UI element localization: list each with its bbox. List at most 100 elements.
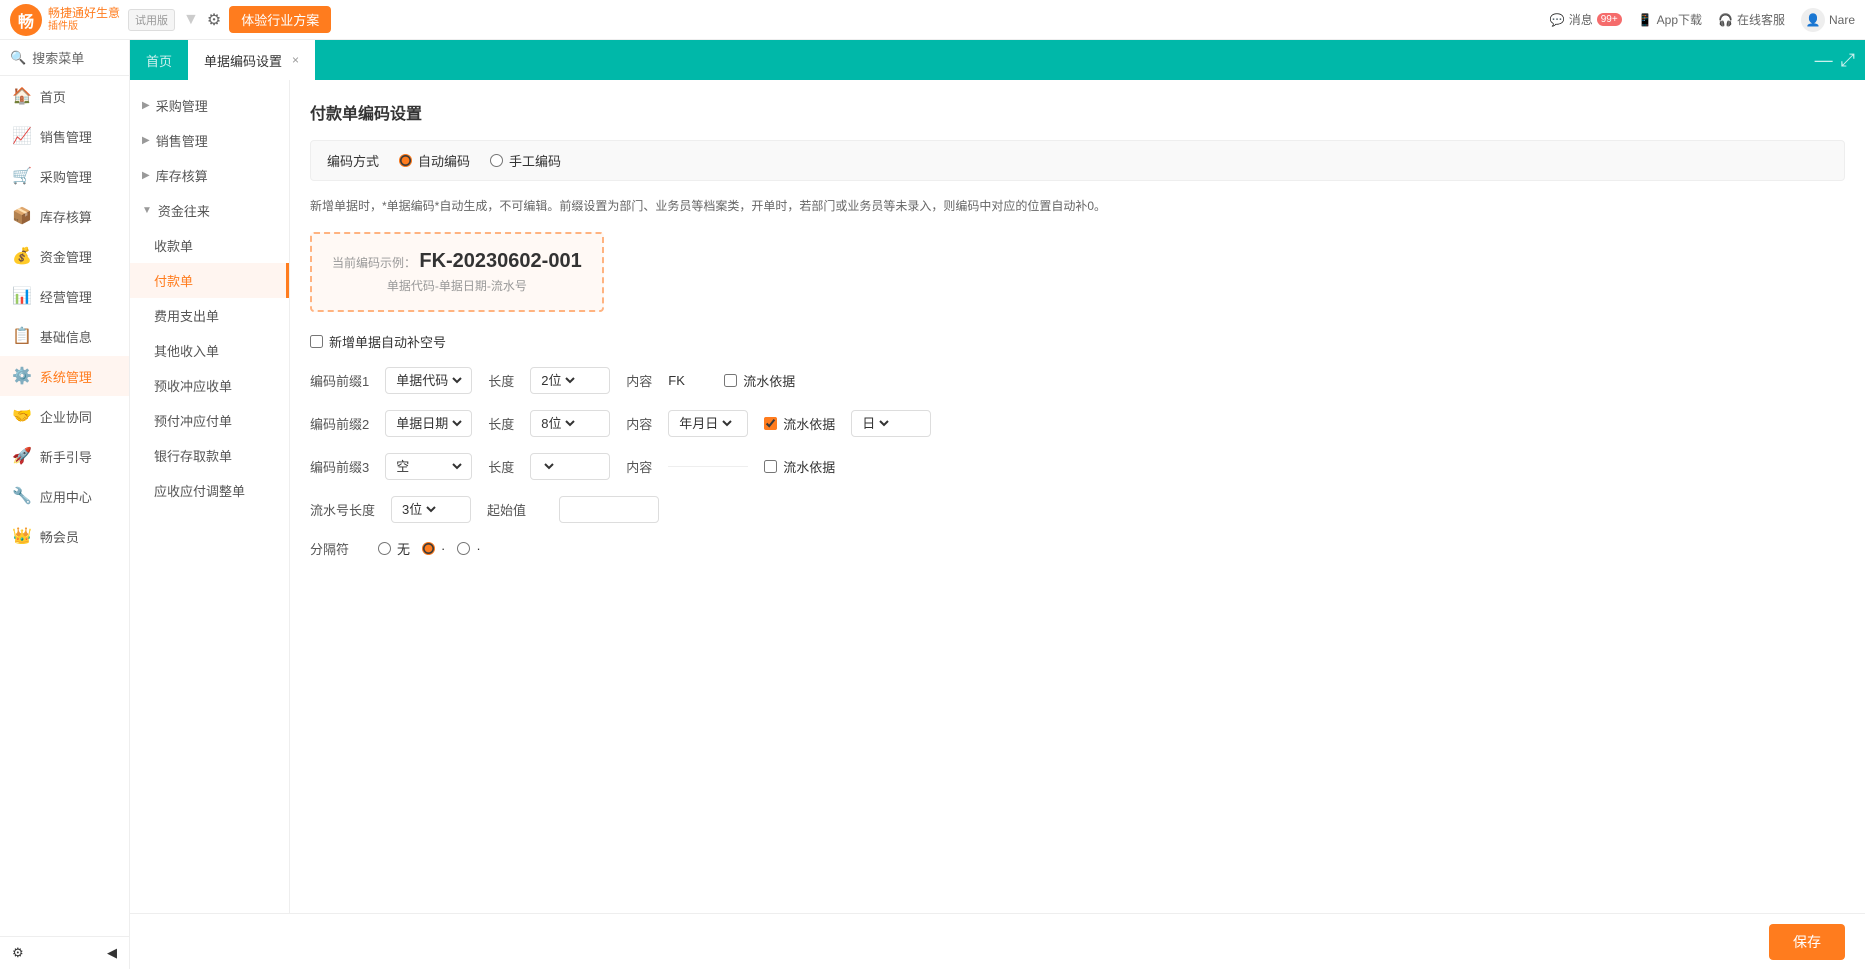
code-preview-value: FK-20230602-001 xyxy=(419,250,581,272)
serial-length-select[interactable]: 3位 4位 5位 xyxy=(391,496,471,523)
settings-icon[interactable]: ⚙ xyxy=(207,10,221,30)
tab-close-btn[interactable]: × xyxy=(292,53,299,67)
finance-icon: 💰 xyxy=(12,246,32,266)
serial1-checkbox[interactable]: 流水依据 xyxy=(724,371,795,390)
sidebar-item-enterprise[interactable]: 🤝 企业协同 xyxy=(0,396,129,436)
prefix2-select[interactable]: 单据日期 业务员 部门 xyxy=(385,410,472,437)
auto-fill-checkbox[interactable]: 新增单据自动补空号 xyxy=(310,332,446,351)
content2-label: 内容 xyxy=(626,414,652,433)
user-avatar: 👤 xyxy=(1801,8,1825,32)
system-icon: ⚙️ xyxy=(12,366,32,386)
operation-icon: 📊 xyxy=(12,286,32,306)
serial2-unit-select[interactable]: 日 月 年 xyxy=(851,410,931,437)
app-download-item[interactable]: 📱 App下载 xyxy=(1638,11,1702,28)
sub-menu-header-inventory[interactable]: ▶ 库存核算 xyxy=(130,158,289,193)
length3-label: 长度 xyxy=(488,457,514,476)
purchase-icon: 🛒 xyxy=(12,166,32,186)
content1-label: 内容 xyxy=(626,371,652,390)
tab-expand-icon[interactable]: ⤢ xyxy=(1841,50,1855,71)
length2-select[interactable]: 8位 4位 6位 xyxy=(530,410,610,437)
field-row-3: 编码前缀3 空 单据代码 业务员 长度 内容 xyxy=(310,453,1845,480)
sidebar-item-system[interactable]: ⚙️ 系统管理 xyxy=(0,356,129,396)
length2-label: 长度 xyxy=(488,414,514,433)
length3-select[interactable] xyxy=(530,453,610,480)
bottom-bar: 保存 xyxy=(130,913,1865,969)
sub-menu-item-prepay-clear[interactable]: 预收冲应收单 xyxy=(130,368,289,403)
tab-current[interactable]: 单据编码设置 × xyxy=(188,40,315,80)
sidebar-item-member[interactable]: 👑 畅会员 xyxy=(0,516,129,556)
prefix2-label: 编码前缀2 xyxy=(310,414,369,433)
dropdown-arrow[interactable]: ▼ xyxy=(183,11,199,29)
sub-menu-item-adjust[interactable]: 应收应付调整单 xyxy=(130,473,289,508)
sub-menu-item-other-income[interactable]: 其他收入单 xyxy=(130,333,289,368)
sidebar-item-finance[interactable]: 💰 资金管理 xyxy=(0,236,129,276)
separator-dot1[interactable]: · xyxy=(422,541,445,556)
auto-encode-radio[interactable]: 自动编码 xyxy=(399,151,470,170)
user-name: Nare xyxy=(1829,13,1855,27)
sidebar-collapse-icon[interactable]: ◀ xyxy=(107,945,117,961)
serial3-checkbox[interactable]: 流水依据 xyxy=(764,457,835,476)
sub-menu-inventory: ▶ 库存核算 xyxy=(130,158,289,193)
separator-dot2[interactable]: · xyxy=(457,541,480,556)
manual-encode-radio[interactable]: 手工编码 xyxy=(490,151,561,170)
sidebar: 🔍 搜索菜单 🏠 首页 📈 销售管理 🛒 采购管理 📦 库存核算 💰 资金管理 … xyxy=(0,40,130,969)
separator-label: 分隔符 xyxy=(310,539,366,558)
inventory-arrow: ▶ xyxy=(142,170,150,181)
encoding-method-label: 编码方式 xyxy=(327,151,379,170)
sub-menu-item-expense[interactable]: 费用支出单 xyxy=(130,298,289,333)
start-value-label: 起始值 xyxy=(487,500,543,519)
encoding-method-row: 编码方式 自动编码 手工编码 xyxy=(310,140,1845,181)
apps-icon: 🔧 xyxy=(12,486,32,506)
tab-home[interactable]: 首页 xyxy=(130,40,188,80)
try-button[interactable]: 体验行业方案 xyxy=(229,6,331,33)
auto-fill-row: 新增单据自动补空号 xyxy=(310,332,1845,351)
prefix3-label: 编码前缀3 xyxy=(310,457,369,476)
logo-icon: 畅 xyxy=(10,4,42,36)
sidebar-item-newbie[interactable]: 🚀 新手引导 xyxy=(0,436,129,476)
header-right: 💬 消息 99+ 📱 App下载 🎧 在线客服 👤 Nare xyxy=(1550,8,1855,32)
serial-length-row: 流水号长度 3位 4位 5位 起始值 1 xyxy=(310,496,1845,523)
sub-menu-item-receipt[interactable]: 收款单 xyxy=(130,228,289,263)
message-item[interactable]: 💬 消息 99+ xyxy=(1550,11,1622,28)
sub-menu-header-purchase[interactable]: ▶ 采购管理 xyxy=(130,88,289,123)
sidebar-item-basic[interactable]: 📋 基础信息 xyxy=(0,316,129,356)
sub-menu-capital: ▼ 资金往来 收款单 付款单 费用支出单 其他收入单 xyxy=(130,193,289,508)
sidebar-item-purchase[interactable]: 🛒 采购管理 xyxy=(0,156,129,196)
content2-select[interactable]: 年月日 年月 年 xyxy=(668,410,748,437)
message-badge: 99+ xyxy=(1597,13,1622,26)
user-area[interactable]: 👤 Nare xyxy=(1801,8,1855,32)
content3-label: 内容 xyxy=(626,457,652,476)
sidebar-item-home[interactable]: 🏠 首页 xyxy=(0,76,129,116)
sidebar-settings-icon[interactable]: ⚙ xyxy=(12,945,24,961)
sidebar-item-inventory[interactable]: 📦 库存核算 xyxy=(0,196,129,236)
separator-none[interactable]: 无 xyxy=(378,539,410,558)
sub-menu-header-sales[interactable]: ▶ 销售管理 xyxy=(130,123,289,158)
tab-minimize-icon[interactable]: — xyxy=(1815,50,1833,71)
length1-select[interactable]: 2位 4位 6位 xyxy=(530,367,610,394)
start-value-input[interactable]: 1 xyxy=(559,496,659,523)
top-header: 畅 畅捷通好生意 插件版 试用版 ▼ ⚙ 体验行业方案 💬 消息 99+ 📱 A… xyxy=(0,0,1865,40)
sidebar-item-sales[interactable]: 📈 销售管理 xyxy=(0,116,129,156)
code-preview-sub: 单据代码-单据日期-流水号 xyxy=(332,277,582,294)
sub-menu-item-payment[interactable]: 付款单 xyxy=(130,263,289,298)
sub-menu-header-capital[interactable]: ▼ 资金往来 xyxy=(130,193,289,228)
save-button[interactable]: 保存 xyxy=(1769,924,1845,960)
code-preview-label: 当前编码示例： FK-20230602-001 xyxy=(332,250,582,273)
prefix3-select[interactable]: 空 单据代码 业务员 xyxy=(385,453,472,480)
sidebar-item-apps[interactable]: 🔧 应用中心 xyxy=(0,476,129,516)
service-icon: 🎧 xyxy=(1718,13,1733,27)
sub-menu-item-bank[interactable]: 银行存取款单 xyxy=(130,438,289,473)
home-icon: 🏠 xyxy=(12,86,32,106)
sales-icon: 📈 xyxy=(12,126,32,146)
sidebar-item-operation[interactable]: 📊 经营管理 xyxy=(0,276,129,316)
serial2-checkbox[interactable]: 流水依据 xyxy=(764,414,835,433)
sidebar-bottom: ⚙ ◀ xyxy=(0,936,129,969)
sidebar-search[interactable]: 🔍 搜索菜单 xyxy=(0,40,129,76)
page-title: 付款单编码设置 xyxy=(310,100,1845,124)
inventory-icon: 📦 xyxy=(12,206,32,226)
prefix1-label: 编码前缀1 xyxy=(310,371,369,390)
prefix1-select[interactable]: 单据代码 业务员 部门 xyxy=(385,367,472,394)
tabs-bar: 首页 单据编码设置 × — ⤢ xyxy=(130,40,1865,80)
sub-menu-item-advance-clear[interactable]: 预付冲应付单 xyxy=(130,403,289,438)
online-service-item[interactable]: 🎧 在线客服 xyxy=(1718,11,1785,28)
